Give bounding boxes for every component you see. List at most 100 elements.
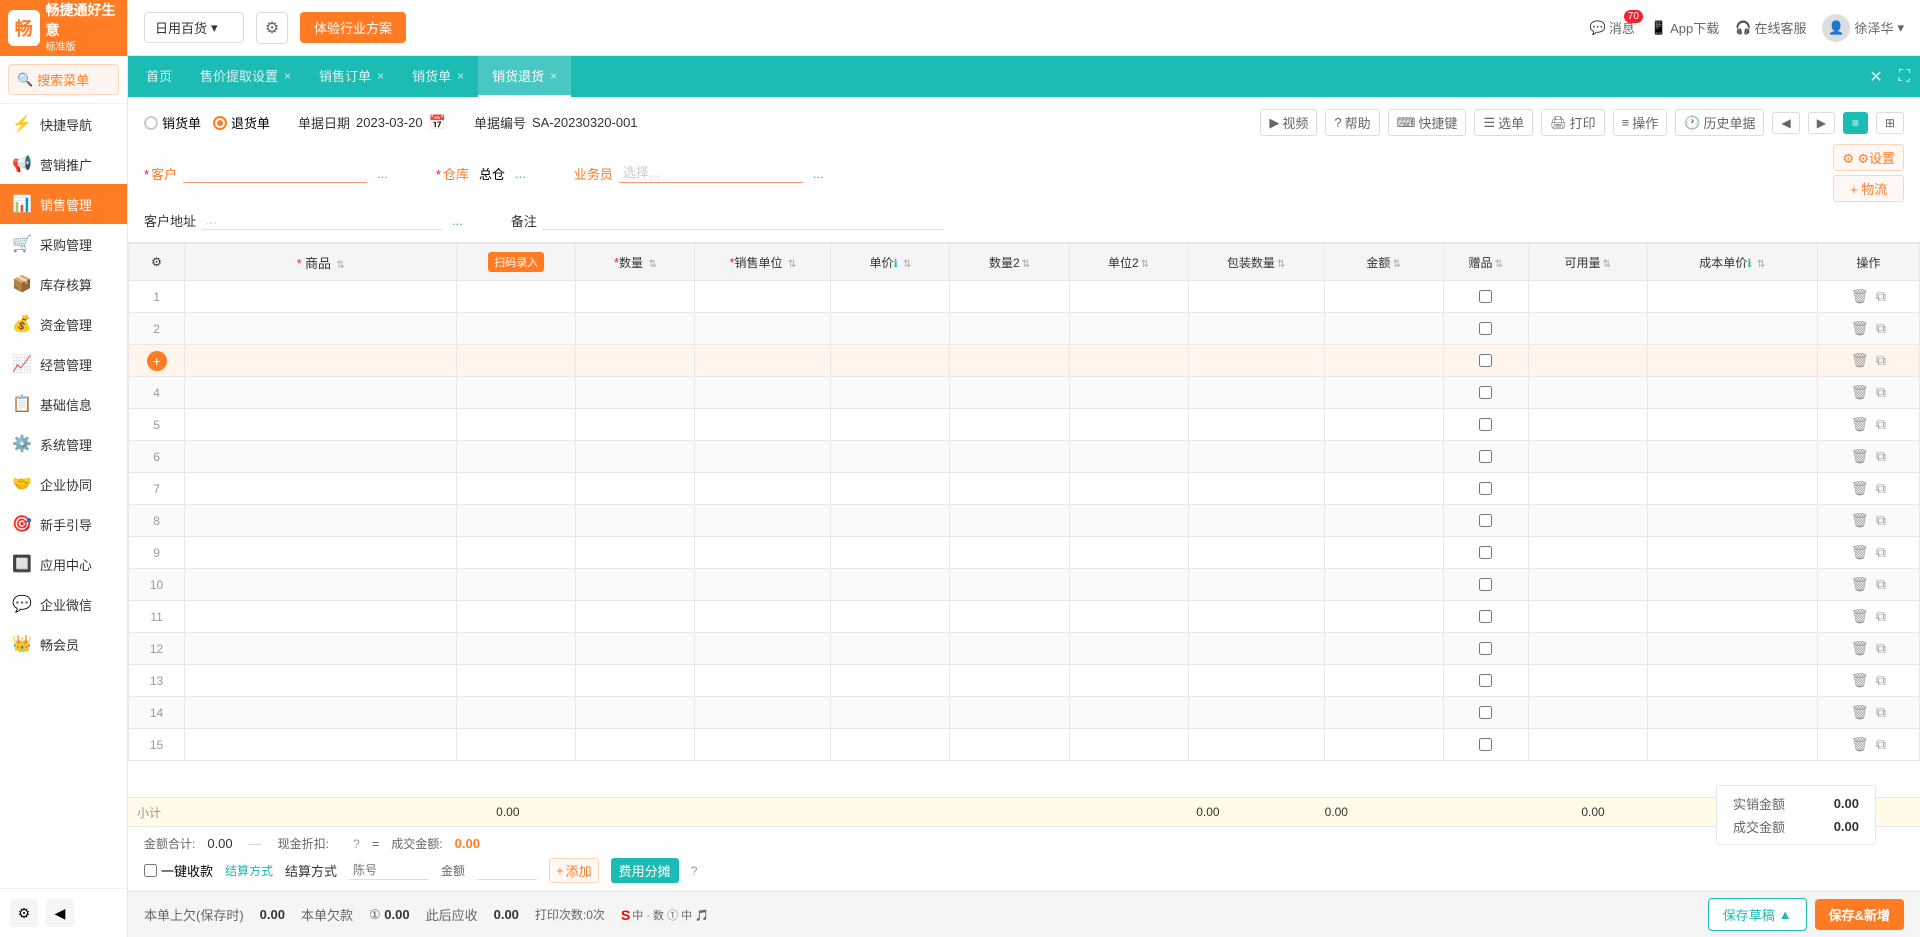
- sidebar-item-apps[interactable]: 🔲 应用中心: [0, 544, 127, 584]
- nav-next-btn[interactable]: ▶: [1808, 112, 1835, 134]
- copy-row-button[interactable]: ⧉: [1876, 352, 1886, 368]
- one-click-checkbox-input[interactable]: [144, 864, 157, 877]
- product-cell[interactable]: [185, 569, 457, 601]
- amount-cell[interactable]: [1324, 697, 1443, 729]
- sale-unit-cell[interactable]: [695, 313, 831, 345]
- gift-checkbox[interactable]: [1479, 578, 1492, 591]
- available-cell[interactable]: [1528, 601, 1647, 633]
- cost-price-cell[interactable]: [1647, 697, 1817, 729]
- gift-cell[interactable]: [1443, 473, 1528, 505]
- product-cell[interactable]: [185, 441, 457, 473]
- unit2-cell[interactable]: [1069, 665, 1188, 697]
- delete-row-button[interactable]: 🗑: [1851, 736, 1869, 752]
- unit-price-sort-icon[interactable]: ⇅: [903, 259, 911, 270]
- gift-cell[interactable]: [1443, 409, 1528, 441]
- unit-price-cell[interactable]: [831, 441, 950, 473]
- quantity-cell[interactable]: [576, 345, 695, 377]
- quantity-cell[interactable]: [576, 601, 695, 633]
- tab-sale-return-close[interactable]: ×: [550, 69, 557, 83]
- add-row-button[interactable]: +: [147, 351, 167, 371]
- quantity-cell[interactable]: [576, 633, 695, 665]
- sale-unit-cell[interactable]: [695, 665, 831, 697]
- quantity-cell[interactable]: [576, 537, 695, 569]
- scan-input-button[interactable]: 扫码录入: [488, 252, 544, 272]
- unit2-cell[interactable]: [1069, 569, 1188, 601]
- search-menu-button[interactable]: 🔍 搜索菜单: [8, 64, 119, 95]
- quantity-cell[interactable]: [576, 441, 695, 473]
- package-qty-cell[interactable]: [1188, 665, 1324, 697]
- gift-cell[interactable]: [1443, 665, 1528, 697]
- tab-sale-price-close[interactable]: ×: [284, 69, 291, 83]
- copy-row-button[interactable]: ⧉: [1876, 704, 1886, 720]
- sale-unit-cell[interactable]: [695, 697, 831, 729]
- copy-row-button[interactable]: ⧉: [1876, 544, 1886, 560]
- package-qty-cell[interactable]: [1188, 473, 1324, 505]
- gift-cell[interactable]: [1443, 569, 1528, 601]
- sidebar-item-marketing[interactable]: 📢 营销推广: [0, 144, 127, 184]
- gift-checkbox[interactable]: [1479, 706, 1492, 719]
- available-cell[interactable]: [1528, 697, 1647, 729]
- sidebar-item-inventory[interactable]: 📦 库存核算: [0, 264, 127, 304]
- quantity2-cell[interactable]: [950, 537, 1069, 569]
- available-cell[interactable]: [1528, 665, 1647, 697]
- cost-price-cell[interactable]: [1647, 729, 1817, 761]
- warehouse-dots[interactable]: ...: [515, 166, 526, 181]
- unit2-cell[interactable]: [1069, 345, 1188, 377]
- gift-cell[interactable]: [1443, 441, 1528, 473]
- customer-input[interactable]: [183, 163, 367, 183]
- package-qty-cell[interactable]: [1188, 409, 1324, 441]
- quantity2-cell[interactable]: [950, 505, 1069, 537]
- gift-cell[interactable]: [1443, 633, 1528, 665]
- cost-price-cell[interactable]: [1647, 633, 1817, 665]
- quantity2-cell[interactable]: [950, 409, 1069, 441]
- unit2-cell[interactable]: [1069, 313, 1188, 345]
- history-btn[interactable]: 🕐 历史单据: [1675, 109, 1764, 136]
- sale-unit-cell[interactable]: [695, 377, 831, 409]
- gift-sort-icon[interactable]: ⇅: [1494, 259, 1502, 270]
- sale-unit-sort-icon[interactable]: ⇅: [788, 259, 796, 270]
- sale-unit-cell[interactable]: [695, 633, 831, 665]
- delete-row-button[interactable]: 🗑: [1851, 704, 1869, 720]
- amount-cell[interactable]: [1324, 665, 1443, 697]
- sale-unit-cell[interactable]: [695, 281, 831, 313]
- product-cell[interactable]: [185, 537, 457, 569]
- unit-price-cell[interactable]: [831, 601, 950, 633]
- sale-unit-cell[interactable]: [695, 537, 831, 569]
- gift-checkbox[interactable]: [1479, 546, 1492, 559]
- gift-checkbox[interactable]: [1479, 610, 1492, 623]
- amount-cell[interactable]: [1324, 633, 1443, 665]
- package-qty-cell[interactable]: [1188, 697, 1324, 729]
- col-settings[interactable]: ⚙: [129, 244, 185, 281]
- quantity2-cell[interactable]: [950, 665, 1069, 697]
- address-input[interactable]: [202, 210, 442, 230]
- available-cell[interactable]: [1528, 441, 1647, 473]
- package-qty-cell[interactable]: [1188, 313, 1324, 345]
- product-cell[interactable]: [185, 345, 457, 377]
- sidebar-item-system[interactable]: ⚙️ 系统管理: [0, 424, 127, 464]
- delete-row-button[interactable]: 🗑: [1851, 320, 1869, 336]
- copy-row-button[interactable]: ⧉: [1876, 672, 1886, 688]
- delete-row-button[interactable]: 🗑: [1851, 480, 1869, 496]
- unit-price-cell[interactable]: [831, 665, 950, 697]
- quantity-cell[interactable]: [576, 697, 695, 729]
- unit2-cell[interactable]: [1069, 281, 1188, 313]
- quantity-cell[interactable]: [576, 505, 695, 537]
- copy-row-button[interactable]: ⧉: [1876, 416, 1886, 432]
- copy-row-button[interactable]: ⧉: [1876, 512, 1886, 528]
- delete-row-button[interactable]: 🗑: [1851, 608, 1869, 624]
- sale-unit-cell[interactable]: [695, 601, 831, 633]
- save-draft-button[interactable]: 保存草稿 ▲: [1708, 898, 1807, 931]
- copy-row-button[interactable]: ⧉: [1876, 384, 1886, 400]
- package-qty-cell[interactable]: [1188, 633, 1324, 665]
- sale-unit-cell[interactable]: [695, 473, 831, 505]
- remarks-input[interactable]: [543, 210, 943, 230]
- unit-price-cell[interactable]: [831, 729, 950, 761]
- sale-unit-cell[interactable]: [695, 345, 831, 377]
- gift-cell[interactable]: [1443, 697, 1528, 729]
- unit-price-cell[interactable]: [831, 537, 950, 569]
- quantity-cell[interactable]: [576, 729, 695, 761]
- unit2-cell[interactable]: [1069, 505, 1188, 537]
- copy-row-button[interactable]: ⧉: [1876, 448, 1886, 464]
- tab-sale-delivery-close[interactable]: ×: [457, 69, 464, 83]
- sidebar-item-purchase[interactable]: 🛒 采购管理: [0, 224, 127, 264]
